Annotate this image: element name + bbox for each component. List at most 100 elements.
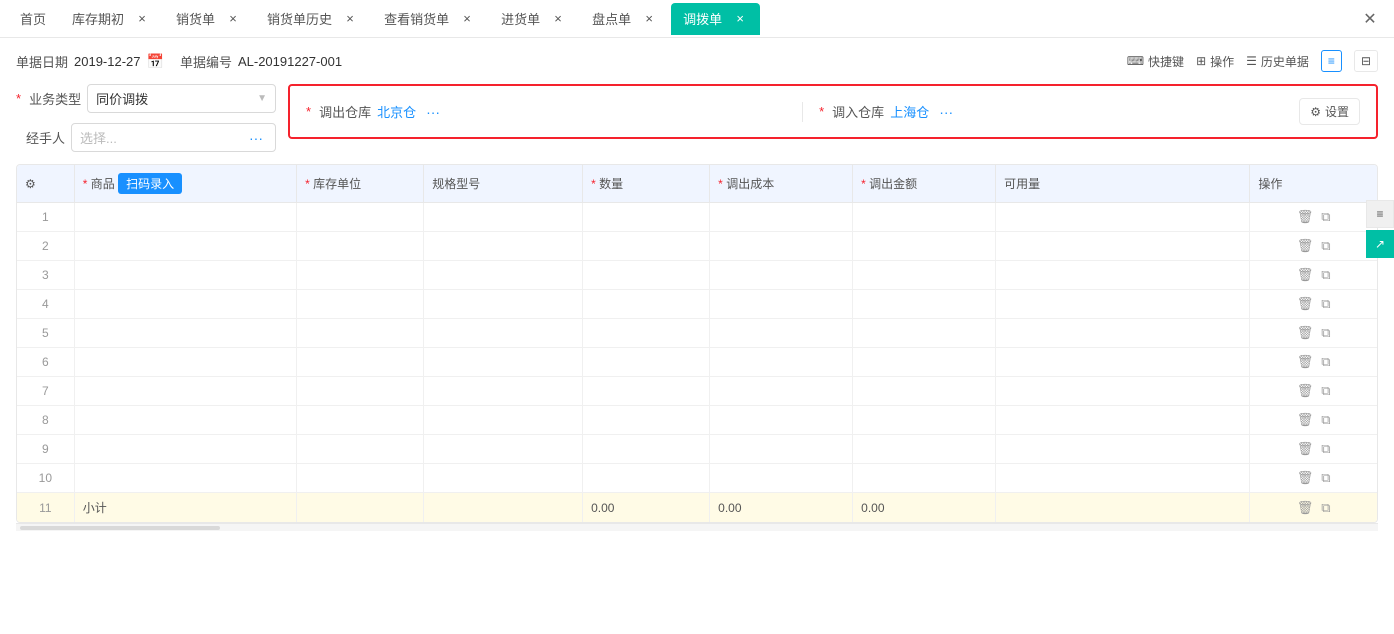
row-amount[interactable] <box>853 319 996 348</box>
row-spec[interactable] <box>424 406 583 435</box>
row-amount[interactable] <box>853 377 996 406</box>
row-unit[interactable] <box>297 261 424 290</box>
row-qty[interactable] <box>583 261 710 290</box>
row-spec[interactable] <box>424 203 583 232</box>
row-amount[interactable] <box>853 261 996 290</box>
copy-row-icon[interactable]: ⧉ <box>1321 238 1330 254</box>
row-qty[interactable] <box>583 232 710 261</box>
tab-sales-order[interactable]: 销货单 × <box>164 3 253 35</box>
row-spec[interactable] <box>424 435 583 464</box>
row-spec[interactable] <box>424 290 583 319</box>
row-amount[interactable] <box>853 290 996 319</box>
delete-row-icon[interactable]: 🗑 <box>1297 354 1314 370</box>
row-qty[interactable] <box>583 203 710 232</box>
in-warehouse-more[interactable]: ··· <box>935 104 957 120</box>
scan-btn[interactable]: 扫码录入 <box>118 173 182 194</box>
out-warehouse-more[interactable]: ··· <box>422 104 444 120</box>
row-cost[interactable] <box>710 464 853 493</box>
row-product[interactable] <box>74 464 296 493</box>
copy-row-icon[interactable]: ⧉ <box>1321 325 1330 341</box>
row-cost[interactable] <box>710 435 853 464</box>
row-unit[interactable] <box>297 290 424 319</box>
copy-row-icon[interactable]: ⧉ <box>1321 470 1330 486</box>
row-cost[interactable] <box>710 377 853 406</box>
delete-row-icon[interactable]: 🗑 <box>1297 441 1314 457</box>
row-qty[interactable] <box>583 319 710 348</box>
row-cost[interactable] <box>710 290 853 319</box>
horizontal-scrollbar[interactable] <box>16 523 1378 531</box>
row-cost[interactable] <box>710 406 853 435</box>
tab-sales-order-close[interactable]: × <box>225 11 241 27</box>
row-spec[interactable] <box>424 319 583 348</box>
tab-home[interactable]: 首页 <box>8 3 58 35</box>
tab-inventory-check-close[interactable]: × <box>641 11 657 27</box>
row-product[interactable] <box>74 435 296 464</box>
row-spec[interactable] <box>424 261 583 290</box>
row-qty[interactable] <box>583 377 710 406</box>
delete-row-icon[interactable]: 🗑 <box>1297 383 1314 399</box>
row-unit[interactable] <box>297 406 424 435</box>
row-product[interactable] <box>74 348 296 377</box>
calendar-icon[interactable]: 📅 <box>147 53 164 70</box>
row-spec[interactable] <box>424 232 583 261</box>
tab-inventory-check[interactable]: 盘点单 × <box>580 3 669 35</box>
row-unit[interactable] <box>297 203 424 232</box>
tab-purchase-order-close[interactable]: × <box>550 11 566 27</box>
row-unit[interactable] <box>297 377 424 406</box>
row-product[interactable] <box>74 406 296 435</box>
row-product[interactable] <box>74 203 296 232</box>
row-amount[interactable] <box>853 464 996 493</box>
tab-sales-history-close[interactable]: × <box>342 11 358 27</box>
delete-row-icon[interactable]: 🗑 <box>1297 470 1314 486</box>
tab-transfer-order-close[interactable]: × <box>732 11 748 27</box>
layout-btn-1[interactable]: ≡ <box>1321 50 1342 72</box>
row-spec[interactable] <box>424 464 583 493</box>
row-amount[interactable] <box>853 348 996 377</box>
row-qty[interactable] <box>583 406 710 435</box>
row-qty[interactable] <box>583 348 710 377</box>
row-product[interactable] <box>74 377 296 406</box>
row-unit[interactable] <box>297 435 424 464</box>
delete-row-icon[interactable]: 🗑 <box>1297 238 1314 254</box>
row-product[interactable] <box>74 290 296 319</box>
delete-row-icon[interactable]: 🗑 <box>1297 209 1314 225</box>
delete-icon[interactable]: 🗑 <box>1297 500 1314 516</box>
row-cost[interactable] <box>710 348 853 377</box>
copy-row-icon[interactable]: ⧉ <box>1321 209 1330 225</box>
delete-row-icon[interactable]: 🗑 <box>1297 325 1314 341</box>
row-cost[interactable] <box>710 232 853 261</box>
delete-row-icon[interactable]: 🗑 <box>1297 412 1314 428</box>
row-unit[interactable] <box>297 464 424 493</box>
row-unit[interactable] <box>297 348 424 377</box>
row-product[interactable] <box>74 261 296 290</box>
row-product[interactable] <box>74 319 296 348</box>
tab-view-sales[interactable]: 查看销货单 × <box>372 3 487 35</box>
delete-row-icon[interactable]: 🗑 <box>1297 296 1314 312</box>
row-spec[interactable] <box>424 348 583 377</box>
row-amount[interactable] <box>853 406 996 435</box>
history-action[interactable]: ☰ 历史单据 <box>1246 53 1309 70</box>
row-cost[interactable] <box>710 261 853 290</box>
delete-row-icon[interactable]: 🗑 <box>1297 267 1314 283</box>
row-unit[interactable] <box>297 232 424 261</box>
copy-row-icon[interactable]: ⧉ <box>1321 412 1330 428</box>
row-qty[interactable] <box>583 435 710 464</box>
row-qty[interactable] <box>583 464 710 493</box>
shortcuts-action[interactable]: ⌨ 快捷键 <box>1127 53 1184 70</box>
copy-row-icon[interactable]: ⧉ <box>1321 296 1330 312</box>
layout-btn-2[interactable]: ⊟ <box>1354 50 1378 72</box>
col-header-gear[interactable]: ⚙ <box>17 165 74 203</box>
operations-action[interactable]: ⊞ 操作 <box>1196 53 1234 70</box>
tab-inventory-init[interactable]: 库存期初 × <box>60 3 162 35</box>
tab-purchase-order[interactable]: 进货单 × <box>489 3 578 35</box>
row-unit[interactable] <box>297 319 424 348</box>
settings-button[interactable]: ⚙ 设置 <box>1299 98 1360 125</box>
tab-view-sales-close[interactable]: × <box>459 11 475 27</box>
row-product[interactable] <box>74 232 296 261</box>
row-spec[interactable] <box>424 377 583 406</box>
row-amount[interactable] <box>853 232 996 261</box>
row-qty[interactable] <box>583 290 710 319</box>
tab-sales-history[interactable]: 销货单历史 × <box>255 3 370 35</box>
row-amount[interactable] <box>853 203 996 232</box>
close-window-button[interactable]: ✕ <box>1354 3 1386 35</box>
